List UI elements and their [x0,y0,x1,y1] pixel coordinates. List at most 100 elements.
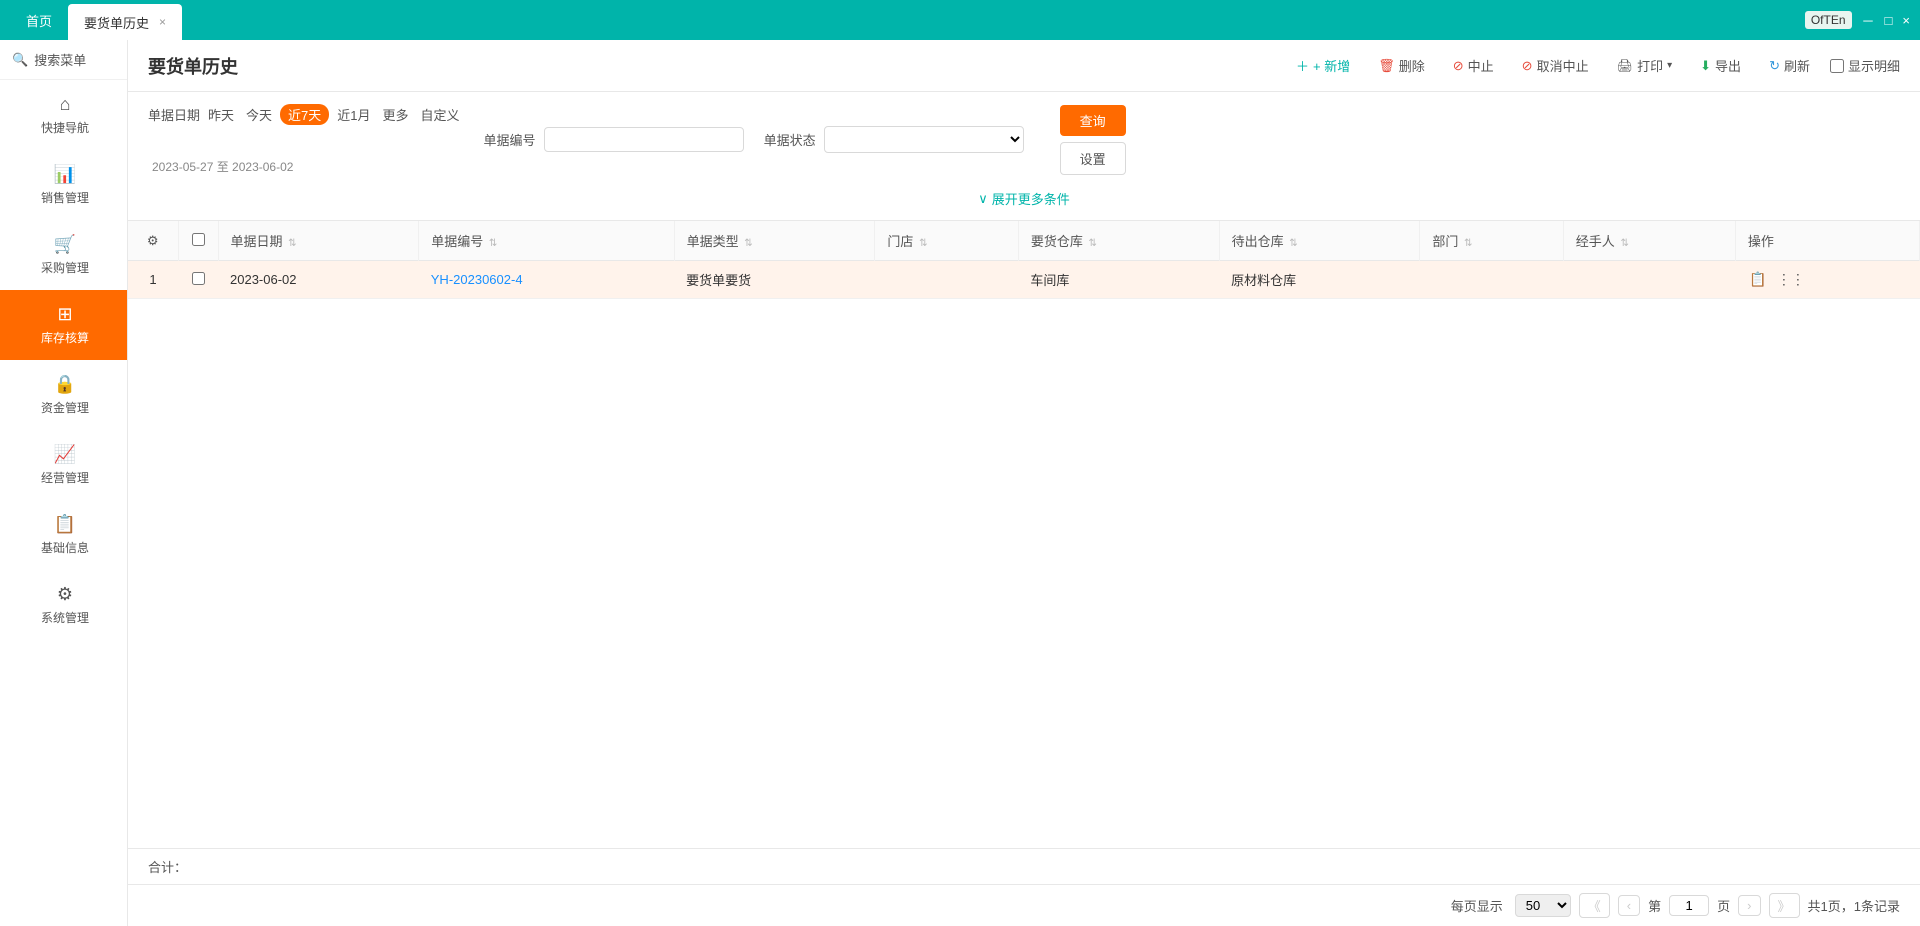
tab-active[interactable]: 要货单历史 × [68,4,182,40]
date-btn-more[interactable]: 更多 [379,104,413,125]
tab-home[interactable]: 首页 [10,0,68,40]
print-button[interactable]: 🖨 打印 ▾ [1609,52,1681,79]
sidebar-item-label: 资金管理 [41,399,89,416]
bill-no-input[interactable] [544,127,744,152]
billno-sort-icon[interactable]: ⇅ [489,238,497,249]
main-content: 要货单历史 ＋ + 新增 🗑 删除 ⊘ 中止 ⊘ 取消中止 [128,40,1920,926]
sidebar-item-label: 经营管理 [41,469,89,486]
setting-button[interactable]: 设置 [1060,142,1126,175]
billtype-sort-icon[interactable]: ⇅ [744,238,752,249]
sidebar-item-label: 快捷导航 [41,119,89,136]
col-actions: 操作 [1735,221,1919,261]
close-tab-icon[interactable]: × [159,15,166,29]
next-page-button[interactable]: › [1738,895,1760,916]
table-body: 1 2023-06-02 YH-20230602-4 要货单要货 车间库 原材料… [128,261,1920,299]
sidebar-item-purchase[interactable]: 🛒 采购管理 [0,220,127,290]
sidebar-item-operations[interactable]: 📈 经营管理 [0,430,127,500]
chevron-down-icon: ∨ [978,191,988,207]
sidebar-item-sales[interactable]: 📊 销售管理 [0,150,127,220]
tab-home-label: 首页 [26,11,52,30]
date-btn-7days[interactable]: 近7天 [280,104,329,125]
date-btn-custom[interactable]: 自定义 [417,104,464,125]
sidebar-item-system[interactable]: ⚙ 系统管理 [0,570,127,640]
row-reqwarehouse: 车间库 [1018,261,1219,299]
table-container: ⚙ 单据日期 ⇅ 单据编号 ⇅ 单据类型 [128,221,1920,848]
new-button[interactable]: ＋ + 新增 [1288,52,1358,79]
date-btn-today[interactable]: 今天 [242,104,276,125]
handler-sort-icon[interactable]: ⇅ [1620,238,1628,249]
row-edit-icon[interactable]: 📋 [1747,269,1768,290]
stop-button[interactable]: ⊘ 中止 [1445,52,1502,79]
refresh-button[interactable]: ↻ 刷新 [1761,52,1818,79]
often-badge: OfTEn [1805,11,1852,29]
top-bar-window-actions: OfTEn － □ × [1805,11,1910,30]
page-info: 共1页，1条记录 [1808,896,1900,915]
row-billno: YH-20230602-4 [419,261,674,299]
first-page-button[interactable]: 《 [1579,893,1610,918]
window-maximize[interactable]: □ [1885,13,1893,28]
page-input[interactable] [1669,895,1709,916]
prev-page-button[interactable]: ‹ [1618,895,1640,916]
row-checkbox[interactable] [192,272,205,285]
window-minimize[interactable]: － [1862,11,1875,30]
status-label: 单据状态 [764,130,816,149]
export-button[interactable]: ⬇ 导出 [1692,52,1749,79]
sidebar-search-label: 搜索菜单 [34,50,86,69]
header-actions: ＋ + 新增 🗑 删除 ⊘ 中止 ⊘ 取消中止 🖨 打印 [1288,52,1900,79]
filter-billno-group: 单据编号 [484,127,744,152]
page-size-select[interactable]: 50 10 20 100 [1515,894,1571,917]
sidebar-item-finance[interactable]: 🔒 资金管理 [0,360,127,430]
export-label: 导出 [1715,56,1741,75]
table-summary: 合计： [128,848,1920,884]
filter-row: 单据日期 昨天 今天 近7天 近1月 更多 自定义 2023-05-27 至 2… [148,104,1900,175]
sidebar-item-quick-nav[interactable]: ⌂ 快捷导航 [0,80,127,150]
delete-label: 删除 [1399,56,1425,75]
show-detail-checkbox[interactable]: 显示明细 [1830,56,1900,75]
date-quick-btns: 昨天 今天 近7天 近1月 更多 自定义 [204,104,464,125]
search-icon: 🔍 [12,52,28,68]
window-close[interactable]: × [1902,13,1910,28]
cancel-stop-label: 取消中止 [1537,56,1589,75]
sidebar-search[interactable]: 🔍 搜索菜单 [0,40,127,80]
date-btn-1month[interactable]: 近1月 [333,104,374,125]
date-sort-icon[interactable]: ⇅ [288,238,296,249]
reqwarehouse-sort-icon[interactable]: ⇅ [1088,238,1096,249]
inventory-icon: ⊞ [57,304,72,325]
show-detail-input[interactable] [1830,59,1844,73]
print-dropdown-icon: ▾ [1667,60,1672,71]
col-pendingwarehouse: 待出仓库 ⇅ [1219,221,1420,261]
col-settings[interactable]: ⚙ [128,221,178,261]
date-btn-yesterday[interactable]: 昨天 [204,104,238,125]
top-bar: 首页 要货单历史 × OfTEn － □ × [0,0,1920,40]
cancel-stop-button[interactable]: ⊘ 取消中止 [1514,52,1597,79]
plus-icon: ＋ [1296,56,1309,75]
store-sort-icon[interactable]: ⇅ [919,238,927,249]
print-label: 打印 [1637,56,1663,75]
operations-icon: 📈 [54,444,76,465]
sidebar-item-basic-info[interactable]: 📋 基础信息 [0,500,127,570]
row-actions: 📋 ⋮⋮ [1747,269,1907,290]
new-label: + 新增 [1313,56,1350,75]
select-all-checkbox[interactable] [192,233,205,246]
pendingwarehouse-sort-icon[interactable]: ⇅ [1289,238,1297,249]
query-button[interactable]: 查询 [1060,105,1126,136]
row-checkbox-cell [178,261,218,299]
purchase-icon: 🛒 [54,234,76,255]
row-dept [1420,261,1563,299]
sidebar-item-label: 系统管理 [41,609,89,626]
bill-no-link[interactable]: YH-20230602-4 [431,272,523,287]
last-page-button[interactable]: 》 [1769,893,1800,918]
row-detail-icon[interactable]: ⋮⋮ [1775,269,1807,290]
sidebar-item-inventory[interactable]: ⊞ 库存核算 [0,290,127,360]
dept-sort-icon[interactable]: ⇅ [1464,238,1472,249]
delete-button[interactable]: 🗑 删除 [1370,52,1433,79]
row-billtype: 要货单要货 [674,261,875,299]
filter-status-group: 单据状态 [764,126,1024,153]
system-icon: ⚙ [57,584,73,605]
status-select[interactable] [824,126,1024,153]
expand-button[interactable]: ∨ 展开更多条件 [978,189,1070,208]
date-range-display: 2023-05-27 至 2023-06-02 [152,158,293,175]
col-billtype: 单据类型 ⇅ [674,221,875,261]
sidebar-item-label: 库存核算 [41,329,89,346]
page-header: 要货单历史 ＋ + 新增 🗑 删除 ⊘ 中止 ⊘ 取消中止 [128,40,1920,92]
